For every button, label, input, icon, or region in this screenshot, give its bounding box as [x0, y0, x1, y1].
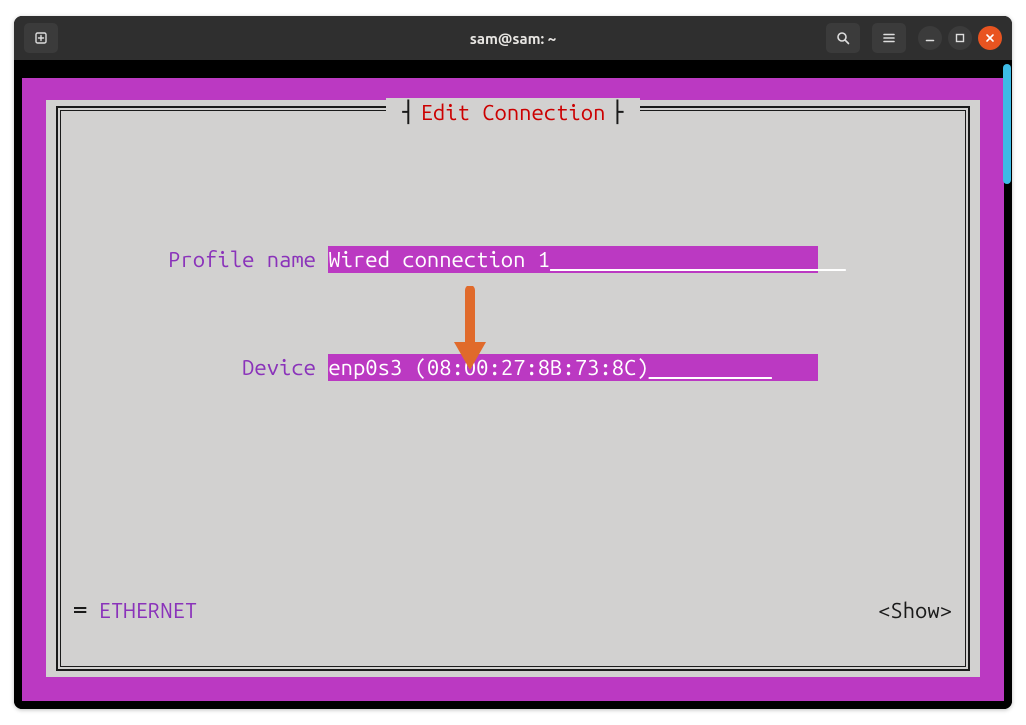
nmtui-background: ┤Edit Connection├ Profile name Wired con…	[22, 78, 1004, 701]
search-button[interactable]	[826, 23, 860, 53]
section-marker-eth: ═	[74, 597, 99, 624]
dialog-title: ┤Edit Connection├	[386, 98, 639, 128]
profile-name-input[interactable]: Wired connection 1______________________…	[328, 246, 818, 273]
ethernet-show-button[interactable]: <Show>	[878, 597, 952, 624]
maximize-button[interactable]	[948, 26, 972, 50]
scrollbar-thumb[interactable]	[1003, 64, 1011, 184]
profile-name-value: Wired connection 1	[328, 247, 550, 272]
minimize-button[interactable]	[918, 26, 942, 50]
window-titlebar: sam@sam: ~	[14, 16, 1012, 60]
terminal-window: sam@sam: ~	[14, 16, 1012, 709]
ethernet-section-row: ═ ETHERNET <Show>	[74, 597, 952, 624]
ethernet-section-label: ETHERNET	[99, 597, 198, 624]
menu-button[interactable]	[872, 23, 906, 53]
new-tab-button[interactable]	[24, 23, 58, 53]
device-input[interactable]: enp0s3 (08:00:27:8B:73:8C)__________	[328, 354, 818, 381]
dialog-title-text: Edit Connection	[421, 100, 606, 125]
device-label: Device	[74, 354, 316, 381]
dialog-title-wrap: ┤Edit Connection├	[46, 98, 980, 128]
terminal-body: ┤Edit Connection├ Profile name Wired con…	[14, 60, 1012, 709]
edit-connection-dialog: ┤Edit Connection├ Profile name Wired con…	[46, 100, 980, 677]
profile-name-row: Profile name Wired connection 1_________…	[74, 246, 952, 273]
profile-name-label: Profile name	[74, 246, 316, 273]
device-value: enp0s3 (08:00:27:8B:73:8C)	[328, 355, 648, 380]
screenshot-frame: sam@sam: ~	[0, 0, 1026, 725]
spacer-row-1	[74, 462, 952, 489]
device-row: Device enp0s3 (08:00:27:8B:73:8C)_______…	[74, 354, 952, 381]
close-button[interactable]	[978, 26, 1002, 50]
dialog-content: Profile name Wired connection 1_________…	[74, 138, 952, 653]
spacer-row-2	[74, 705, 952, 709]
